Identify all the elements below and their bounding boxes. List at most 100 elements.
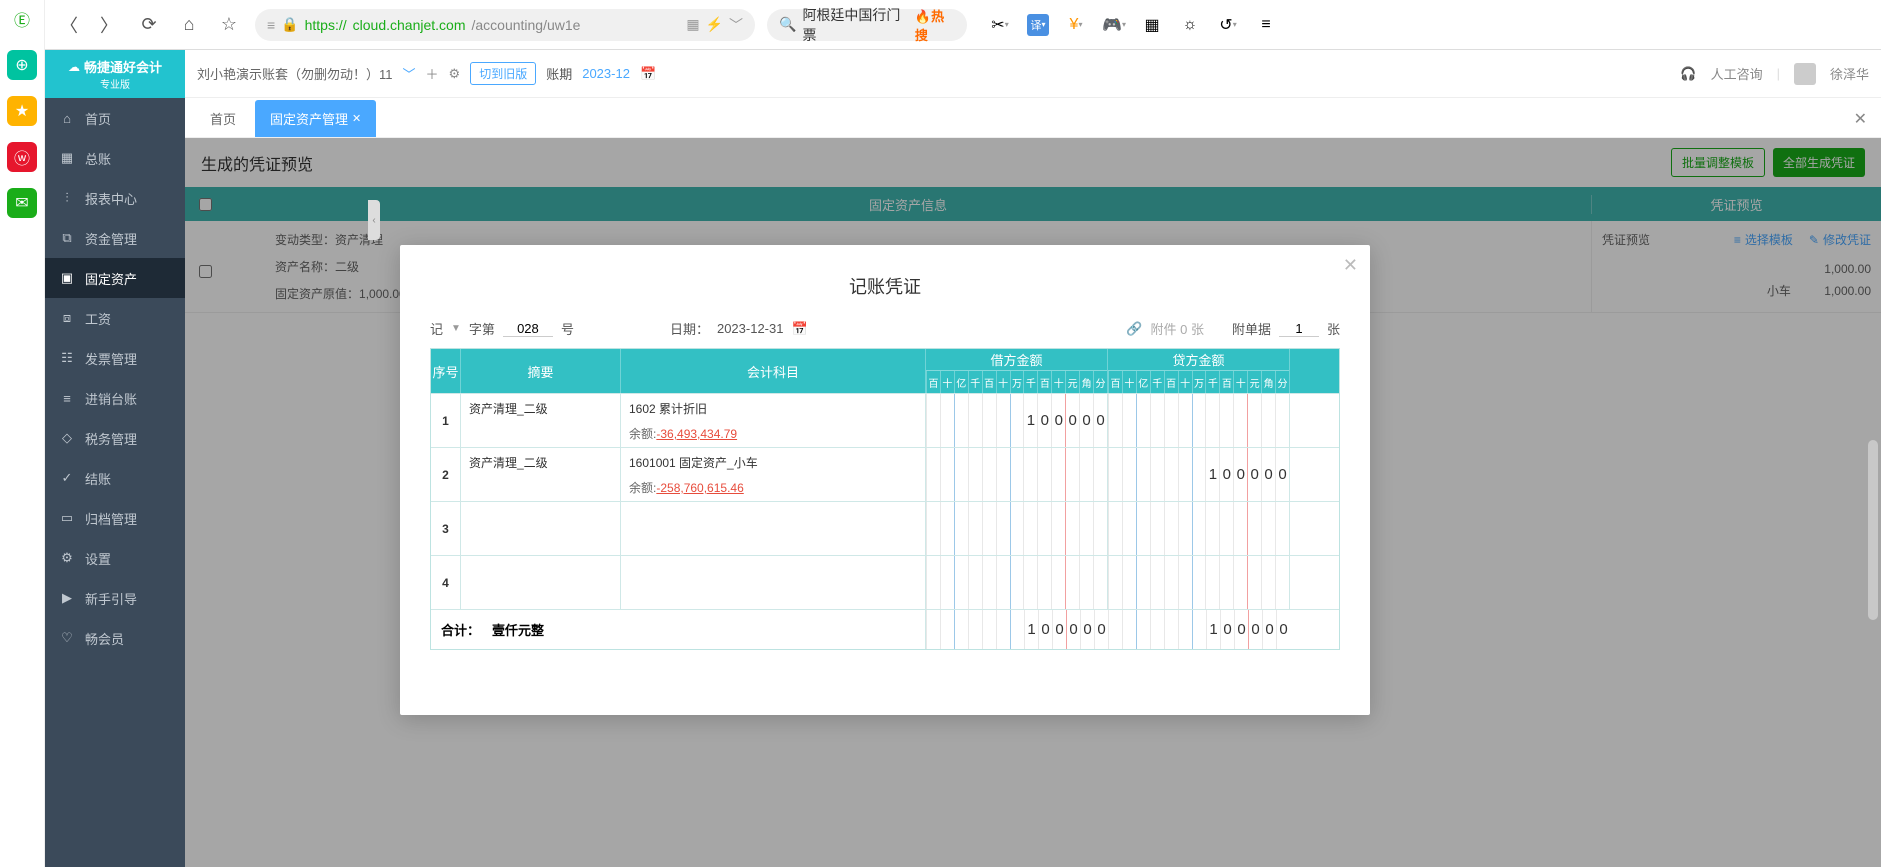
amount-digit: [1023, 448, 1037, 501]
scissors-icon[interactable]: ✂▾: [989, 14, 1011, 36]
voucher-row[interactable]: 3: [431, 501, 1339, 555]
os-weibo-icon[interactable]: ⓦ: [7, 142, 37, 172]
sidebar-item-1[interactable]: ▦总账: [45, 138, 185, 178]
game-icon[interactable]: 🎮▾: [1103, 14, 1125, 36]
user-name[interactable]: 徐泽华: [1830, 64, 1869, 83]
tab-bar: 首页 固定资产管理 ✕ ✕: [185, 98, 1881, 138]
account-name[interactable]: 刘小艳演示账套（勿删勿动！）11: [197, 64, 393, 83]
reload-button[interactable]: ⟳: [135, 11, 163, 39]
menu-icon: ▭: [59, 510, 75, 526]
row-summary[interactable]: [461, 556, 621, 609]
digit-header-cell: 十: [940, 371, 954, 393]
close-icon[interactable]: ✕: [352, 112, 361, 125]
wallet-icon[interactable]: ¥▾: [1065, 14, 1087, 36]
os-star-icon[interactable]: ★: [7, 96, 37, 126]
amount-digit: 0: [1275, 448, 1289, 501]
row-credit[interactable]: 100000: [1108, 448, 1290, 501]
sidebar-item-10[interactable]: ▭归档管理: [45, 498, 185, 538]
plus-icon[interactable]: ＋: [426, 64, 439, 83]
amount-digit: [954, 502, 968, 555]
sidebar-item-9[interactable]: ✓结账: [45, 458, 185, 498]
bolt-icon[interactable]: ⚡: [706, 16, 723, 33]
tab-home[interactable]: 首页: [195, 100, 251, 137]
amount-digit: [1261, 502, 1275, 555]
row-credit[interactable]: [1108, 556, 1290, 609]
home-button[interactable]: ⌂: [175, 11, 203, 39]
chevron-down-icon[interactable]: ▼: [451, 323, 461, 334]
amount-digit: 0: [1219, 448, 1233, 501]
row-summary[interactable]: [461, 502, 621, 555]
tabs-close-button[interactable]: ✕: [1840, 101, 1881, 137]
back-button[interactable]: 〈: [55, 11, 83, 39]
more-icon[interactable]: ≡: [1255, 14, 1277, 36]
sidebar-item-3[interactable]: ⧉资金管理: [45, 218, 185, 258]
menu-icon: ▶: [59, 590, 75, 606]
sidebar-item-8[interactable]: ◇税务管理: [45, 418, 185, 458]
balance-value: -258,760,615.46: [656, 481, 743, 495]
row-debit[interactable]: [926, 448, 1108, 501]
favorite-button[interactable]: ☆: [215, 11, 243, 39]
search-box[interactable]: 🔍 阿根廷中国行门票 🔥热搜: [767, 9, 967, 41]
address-bar[interactable]: ≡ 🔒 https://cloud.chanjet.com/accounting…: [255, 9, 755, 41]
calendar-icon[interactable]: 📅: [640, 66, 656, 82]
sidebar-item-5[interactable]: ⧈工资: [45, 298, 185, 338]
row-subject[interactable]: 1601001 固定资产_小车余额:-258,760,615.46: [621, 448, 926, 501]
voucher-number-input[interactable]: [503, 321, 553, 337]
amount-digit: [1261, 556, 1275, 609]
amount-digit: [1150, 610, 1164, 649]
subject-text: 1601001 固定资产_小车: [629, 454, 917, 471]
voucher-row[interactable]: 4: [431, 555, 1339, 609]
translate-icon[interactable]: 译▾: [1027, 14, 1049, 36]
old-version-button[interactable]: 切到旧版: [470, 62, 536, 85]
sidebar-item-7[interactable]: ≡进销台账: [45, 378, 185, 418]
row-debit[interactable]: [926, 556, 1108, 609]
amount-digit: 1: [1024, 610, 1038, 649]
qr-icon[interactable]: ▦: [686, 16, 699, 33]
sidebar-item-12[interactable]: ▶新手引导: [45, 578, 185, 618]
sidebar-item-0[interactable]: ⌂首页: [45, 98, 185, 138]
row-summary[interactable]: 资产清理_二级: [461, 394, 621, 447]
amount-digit: [1065, 448, 1079, 501]
row-debit[interactable]: [926, 502, 1108, 555]
row-subject[interactable]: [621, 502, 926, 555]
rec-type[interactable]: 记: [430, 319, 443, 338]
date-value[interactable]: 2023-12-31: [717, 321, 784, 336]
word-label: 字第: [469, 319, 495, 338]
close-icon[interactable]: ✕: [1343, 255, 1358, 276]
voucher-row[interactable]: 1资产清理_二级1602 累计折旧余额:-36,493,434.79100000: [431, 393, 1339, 447]
row-credit[interactable]: [1108, 394, 1290, 447]
row-credit[interactable]: [1108, 502, 1290, 555]
os-mail-icon[interactable]: ✉: [7, 188, 37, 218]
modal-title: 记账凭证: [400, 245, 1370, 313]
grid-icon[interactable]: ▦: [1141, 14, 1163, 36]
amount-digit: [1150, 448, 1164, 501]
os-app1-icon[interactable]: ⊕: [7, 50, 37, 80]
tab-fixed-assets[interactable]: 固定资产管理 ✕: [255, 100, 376, 137]
support-link[interactable]: 人工咨询: [1711, 64, 1763, 83]
amount-digit: [1247, 502, 1261, 555]
slip-count-input[interactable]: [1279, 321, 1319, 337]
scrollbar-thumb[interactable]: [1868, 440, 1878, 620]
amount-digit: [954, 610, 968, 649]
row-debit[interactable]: 100000: [926, 394, 1108, 447]
gear-icon[interactable]: ⚙: [449, 66, 461, 82]
row-subject[interactable]: [621, 556, 926, 609]
sidebar-item-13[interactable]: ♡畅会员: [45, 618, 185, 658]
chevron-down-icon[interactable]: ﹀: [403, 64, 416, 83]
sidebar-item-4[interactable]: ▣固定资产: [45, 258, 185, 298]
attachment-label[interactable]: 附件 0 张: [1151, 319, 1204, 338]
history-icon[interactable]: ↺▾: [1217, 14, 1239, 36]
avatar[interactable]: [1794, 63, 1816, 85]
sun-icon[interactable]: ☼: [1179, 14, 1201, 36]
forward-button[interactable]: 〉: [95, 11, 123, 39]
row-subject[interactable]: 1602 累计折旧余额:-36,493,434.79: [621, 394, 926, 447]
voucher-row[interactable]: 2资产清理_二级1601001 固定资产_小车余额:-258,760,615.4…: [431, 447, 1339, 501]
sidebar-collapse-handle[interactable]: ‹: [368, 200, 380, 240]
sidebar-item-6[interactable]: ☷发票管理: [45, 338, 185, 378]
chevron-down-icon[interactable]: ﹀: [729, 15, 743, 35]
sidebar-item-2[interactable]: ⫶报表中心: [45, 178, 185, 218]
row-summary[interactable]: 资产清理_二级: [461, 448, 621, 501]
sidebar-item-11[interactable]: ⚙设置: [45, 538, 185, 578]
calendar-icon[interactable]: 📅: [791, 321, 807, 337]
period-value[interactable]: 2023-12: [582, 66, 630, 81]
